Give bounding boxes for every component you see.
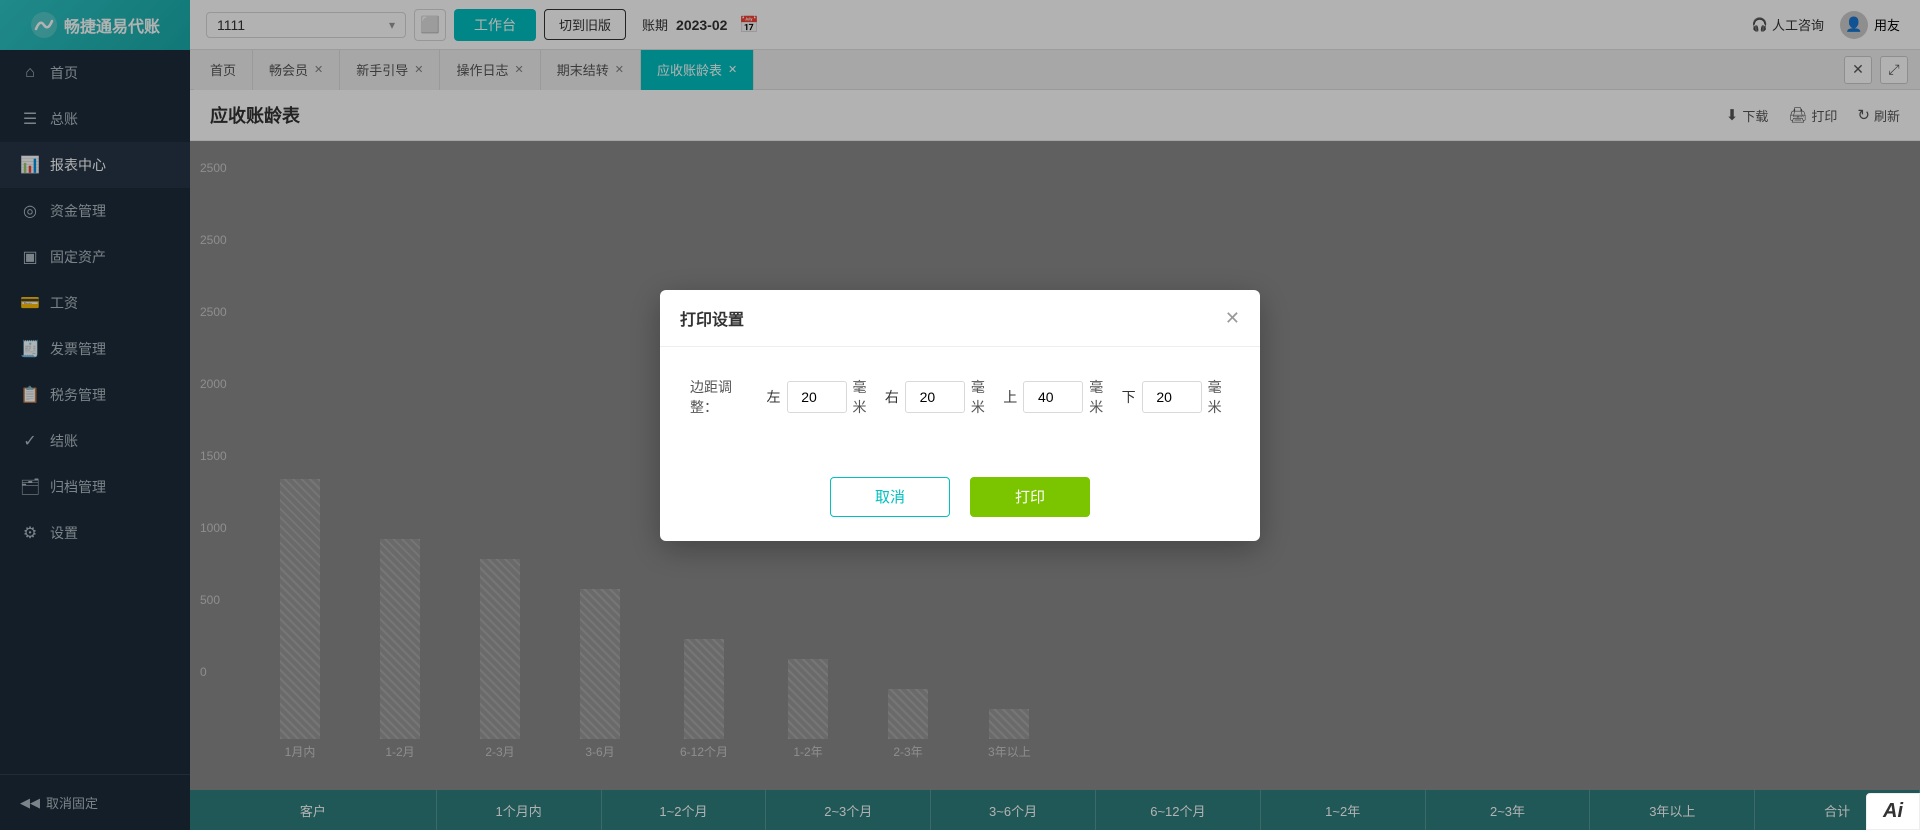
modal-overlay: 打印设置 ✕ 边距调整： 左 毫米 右 毫米 上 毫米 xyxy=(0,0,1920,830)
bottom-label: 下 xyxy=(1122,387,1136,407)
bottom-margin-input[interactable] xyxy=(1142,381,1202,413)
right-margin-input[interactable] xyxy=(905,381,965,413)
top-unit: 毫米 xyxy=(1089,377,1111,417)
right-unit: 毫米 xyxy=(971,377,993,417)
ai-badge-text: Ai xyxy=(1883,800,1903,822)
modal-title: 打印设置 xyxy=(680,306,1225,330)
right-label: 右 xyxy=(885,387,899,407)
margin-right-group: 右 毫米 xyxy=(885,377,993,417)
left-margin-input[interactable] xyxy=(787,381,847,413)
left-label: 左 xyxy=(767,387,781,407)
modal-footer: 取消 打印 xyxy=(660,467,1260,541)
margin-settings-row: 边距调整： 左 毫米 右 毫米 上 毫米 下 xyxy=(690,377,1230,417)
left-unit: 毫米 xyxy=(853,377,875,417)
modal-close-button[interactable]: ✕ xyxy=(1225,309,1240,327)
print-confirm-button[interactable]: 打印 xyxy=(970,477,1090,517)
top-label: 上 xyxy=(1003,387,1017,407)
top-margin-input[interactable] xyxy=(1023,381,1083,413)
margin-bottom-group: 下 毫米 xyxy=(1122,377,1230,417)
margin-left-group: 左 毫米 xyxy=(767,377,875,417)
margin-label: 边距调整： xyxy=(690,377,757,417)
ai-badge: Ai xyxy=(1866,793,1920,830)
print-settings-modal: 打印设置 ✕ 边距调整： 左 毫米 右 毫米 上 毫米 xyxy=(660,290,1260,541)
cancel-button[interactable]: 取消 xyxy=(830,477,950,517)
bottom-unit: 毫米 xyxy=(1208,377,1230,417)
modal-body: 边距调整： 左 毫米 右 毫米 上 毫米 下 xyxy=(660,347,1260,467)
margin-top-group: 上 毫米 xyxy=(1003,377,1111,417)
modal-header: 打印设置 ✕ xyxy=(660,290,1260,347)
